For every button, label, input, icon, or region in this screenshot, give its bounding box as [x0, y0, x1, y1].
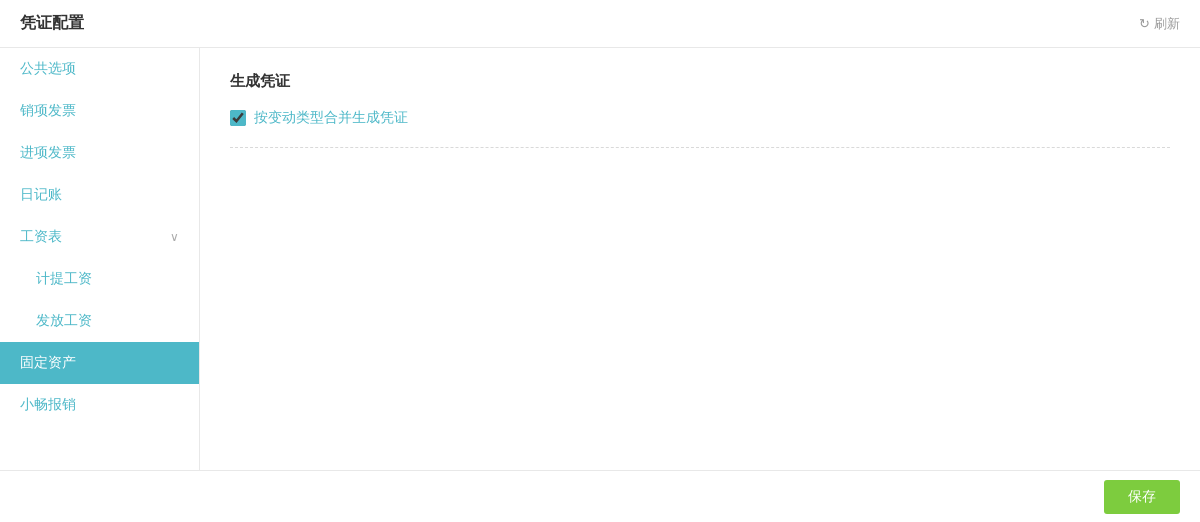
refresh-button[interactable]: ↻ 刷新 — [1139, 15, 1180, 33]
sidebar-item-journal[interactable]: 日记账 — [0, 174, 199, 216]
merge-checkbox[interactable] — [230, 110, 246, 126]
checkbox-row: 按变动类型合并生成凭证 — [230, 109, 1170, 127]
refresh-icon: ↻ — [1139, 16, 1150, 31]
main-content: 生成凭证 按变动类型合并生成凭证 — [200, 48, 1200, 470]
page-wrapper: 凭证配置 ↻ 刷新 公共选项 销项发票 进项发票 日记账 工资表 ∨ — [0, 0, 1200, 522]
sidebar-item-expense-report[interactable]: 小畅报销 — [0, 384, 199, 426]
refresh-label: 刷新 — [1154, 15, 1180, 33]
page-header: 凭证配置 ↻ 刷新 — [0, 0, 1200, 48]
chevron-down-icon: ∨ — [170, 230, 179, 244]
sidebar: 公共选项 销项发票 进项发票 日记账 工资表 ∨ 计提工资 发放工资 固定资 — [0, 48, 200, 470]
save-button[interactable]: 保存 — [1104, 480, 1180, 514]
section-title: 生成凭证 — [230, 72, 1170, 91]
page-title: 凭证配置 — [20, 13, 84, 34]
page-footer: 保存 — [0, 470, 1200, 522]
sidebar-item-pay-salary[interactable]: 发放工资 — [0, 300, 199, 342]
merge-checkbox-label[interactable]: 按变动类型合并生成凭证 — [254, 109, 408, 127]
sidebar-item-payroll[interactable]: 工资表 ∨ — [0, 216, 199, 258]
sidebar-item-advance-salary[interactable]: 计提工资 — [0, 258, 199, 300]
sidebar-item-fixed-assets[interactable]: 固定资产 — [0, 342, 199, 384]
sidebar-item-public-options[interactable]: 公共选项 — [0, 48, 199, 90]
section-divider — [230, 147, 1170, 148]
sidebar-item-sales-invoice[interactable]: 销项发票 — [0, 90, 199, 132]
body-layout: 公共选项 销项发票 进项发票 日记账 工资表 ∨ 计提工资 发放工资 固定资 — [0, 48, 1200, 470]
sidebar-item-purchase-invoice[interactable]: 进项发票 — [0, 132, 199, 174]
